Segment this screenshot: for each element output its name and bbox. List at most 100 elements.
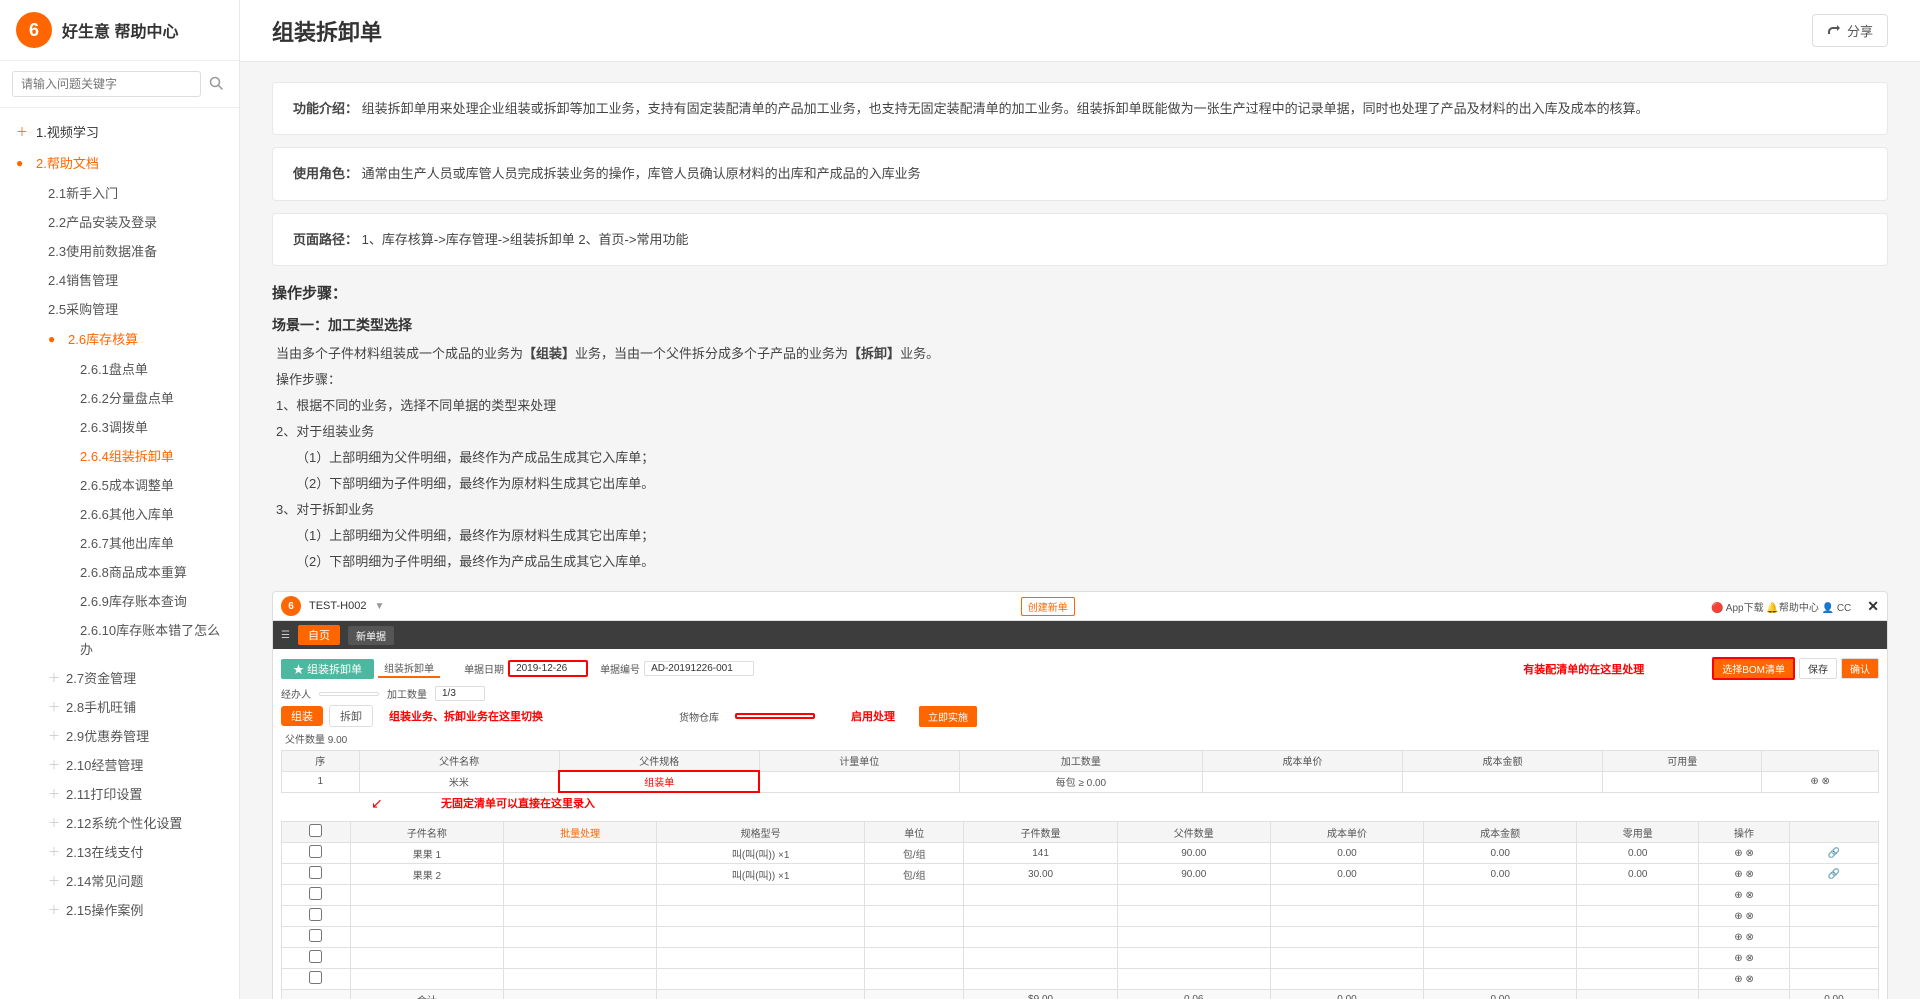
- sidebar-item-22[interactable]: 2.2产品安装及登录: [20, 207, 239, 236]
- step3-text: 3、对于拆卸业务: [276, 497, 1888, 523]
- sidebar-item-2610[interactable]: 2.6.10库存账本错了怎么办: [36, 615, 239, 663]
- sidebar-item-215[interactable]: ＋ 2.15操作案例: [20, 895, 239, 924]
- ss-upper-table-label: 父件数量 9.00: [281, 731, 1879, 746]
- ss-th-unit: 计量单位: [759, 751, 959, 772]
- ss-select-all[interactable]: [309, 824, 322, 837]
- sidebar-item-2610-label: 2.6.10库存账本错了怎么办: [80, 620, 223, 658]
- sidebar-item-211-label: 2.11打印设置: [66, 784, 142, 803]
- ss-lth-avail: 零用量: [1577, 822, 1699, 843]
- sidebar-item-211[interactable]: ＋ 2.11打印设置: [20, 779, 239, 808]
- ss-lth-spec: 规格型号: [657, 822, 865, 843]
- sidebar-item-26[interactable]: ● 2.6库存核算 2.6.1盘点单 2.6.2分量盘点单 2.6.3调拨单: [20, 323, 239, 663]
- sidebar-item-24[interactable]: 2.4销售管理: [20, 265, 239, 294]
- scenario1-intro: 当由多个子件材料组装成一个成品的业务为【组装】业务，当由一个父件拆分成多个子产品…: [272, 341, 1888, 367]
- ss-menu-icon: ☰: [281, 630, 290, 641]
- sidebar-item-29[interactable]: ＋ 2.9优惠券管理: [20, 721, 239, 750]
- row-check-2[interactable]: [309, 866, 322, 879]
- sidebar-item-213[interactable]: ＋ 2.13在线支付: [20, 837, 239, 866]
- ss-date-field: 2019-12-26: [508, 660, 588, 677]
- ss-lth-extra: [1789, 822, 1878, 843]
- row-check-4[interactable]: [309, 908, 322, 921]
- sidebar-item-269[interactable]: 2.6.9库存账本查询: [36, 586, 239, 615]
- scenario1-intro-text: 当由多个子件材料组装成一个成品的业务为【组装】业务，当由一个父件拆分成多个子产品…: [276, 341, 1888, 367]
- ss-th-seq: 序: [282, 751, 360, 772]
- sidebar-item-28[interactable]: ＋ 2.8手机旺铺: [20, 692, 239, 721]
- td-name: 米米: [359, 771, 559, 792]
- sidebar-item-268[interactable]: 2.6.8商品成本重算: [36, 557, 239, 586]
- ss-dropdown: ▼: [374, 601, 384, 612]
- ss-bom-btn: 选择BOM清单: [1712, 657, 1795, 680]
- sidebar-item-25[interactable]: 2.5采购管理: [20, 294, 239, 323]
- row-check-6[interactable]: [309, 950, 322, 963]
- sidebar-item-2[interactable]: ● 2.帮助文档 2.1新手入门 2.2产品安装及登录 2.3使用前数据准备 2…: [0, 147, 239, 924]
- row-check-5[interactable]: [309, 929, 322, 942]
- sidebar-item-262-label: 2.6.2分量盘点单: [80, 388, 174, 407]
- ss-warehouse-field: [735, 713, 815, 719]
- plus-icon-27: ＋: [48, 669, 60, 686]
- plus-icon-210: ＋: [48, 756, 60, 773]
- row-check-3[interactable]: [309, 887, 322, 900]
- sidebar-item-265[interactable]: 2.6.5成本调整单: [36, 470, 239, 499]
- ss-warehouse-label: 货物仓库: [679, 709, 719, 724]
- share-icon: [1827, 24, 1841, 38]
- sidebar-item-265-label: 2.6.5成本调整单: [80, 475, 174, 494]
- ss-th-name: 父件名称: [359, 751, 559, 772]
- row-check-1[interactable]: [309, 845, 322, 858]
- td-spec: 组装单: [559, 771, 759, 792]
- td-qty: 每包 ≥ 0.00: [959, 771, 1202, 792]
- role-label: 使用角色：: [293, 166, 358, 181]
- ss-annotation3: 启用处理: [851, 708, 895, 724]
- step2-sub: （1）上部明细为父件明细，最终作为产成品生成其它入库单； （2）下部明细为子件明…: [276, 445, 1888, 497]
- ss-th-spec: 父件规格: [559, 751, 759, 772]
- sidebar-item-23[interactable]: 2.3使用前数据准备: [20, 236, 239, 265]
- ss-toolbar-row1: ★ 组装拆卸单 组装拆卸单 单据日期 2019-12-26 单据编号 AD-20…: [281, 657, 1879, 680]
- ss-qty-label: 加工数量: [387, 686, 427, 701]
- ss-lth-cost-total: 成本金额: [1424, 822, 1577, 843]
- ss-confirm-btn: 确认: [1841, 658, 1879, 679]
- sidebar-item-269-label: 2.6.9库存账本查询: [80, 591, 187, 610]
- step3-sub2-text: （2）下部明细为子件明细，最终作为产成品生成其它入库单。: [296, 549, 1888, 575]
- ss-apply-btn: 立即实施: [919, 706, 977, 727]
- plus-icon-29: ＋: [48, 727, 60, 744]
- sidebar-item-210[interactable]: ＋ 2.10经营管理: [20, 750, 239, 779]
- sidebar-item-1[interactable]: ＋ 1.视频学习: [0, 116, 239, 147]
- sidebar-item-263[interactable]: 2.6.3调拨单: [36, 412, 239, 441]
- table-row: ⊕ ⊗: [282, 969, 1879, 990]
- sidebar-item-21[interactable]: 2.1新手入门: [20, 178, 239, 207]
- sidebar-item-212-label: 2.12系统个性化设置: [66, 813, 182, 832]
- sidebar-item-214[interactable]: ＋ 2.14常见问题: [20, 866, 239, 895]
- ss-content-area: ★ 组装拆卸单 组装拆卸单 单据日期 2019-12-26 单据编号 AD-20…: [273, 649, 1887, 999]
- app-title: 好生意 帮助中心: [62, 18, 178, 42]
- ss-type-inactive: 拆卸: [329, 705, 373, 727]
- sidebar-item-267[interactable]: 2.6.7其他出库单: [36, 528, 239, 557]
- ss-lth-ops: 操作: [1699, 822, 1790, 843]
- ss-type-selector: 组装 拆卸: [281, 705, 373, 727]
- search-box: [0, 61, 239, 108]
- sidebar-item-28-label: 2.8手机旺铺: [66, 697, 136, 716]
- ss-lower-tfoot-row: 合计 $9.00 0.06 0.00 0.00 0.00: [282, 990, 1879, 999]
- search-button[interactable]: [205, 72, 227, 97]
- td-cost-unit: [1202, 771, 1402, 792]
- arrow-down-icon: ↙: [371, 795, 383, 812]
- sidebar-item-264[interactable]: 2.6.4组装拆卸单: [36, 441, 239, 470]
- ss-th-avail: 可用量: [1603, 751, 1762, 772]
- sidebar-item-27[interactable]: ＋ 2.7资金管理: [20, 663, 239, 692]
- feature-intro-label: 功能介绍：: [293, 101, 358, 116]
- minus-icon-26: ●: [48, 332, 62, 346]
- ss-annotation2: 组装业务、拆卸业务在这里切换: [389, 708, 543, 724]
- ss-th-ops: [1762, 751, 1879, 772]
- search-input[interactable]: [12, 71, 201, 97]
- sidebar-item-266[interactable]: 2.6.6其他入库单: [36, 499, 239, 528]
- feature-intro-block: 功能介绍： 组装拆卸单用来处理企业组装或拆卸等加工业务，支持有固定装配清单的产品…: [272, 82, 1888, 135]
- sidebar-sub-2: 2.1新手入门 2.2产品安装及登录 2.3使用前数据准备 2.4销售管理 2.…: [0, 178, 239, 924]
- sidebar-item-261[interactable]: 2.6.1盘点单: [36, 354, 239, 383]
- nav-tree: ＋ 1.视频学习 ● 2.帮助文档 2.1新手入门 2.2产品安装及登录 2.3…: [0, 108, 239, 999]
- plus-icon-213: ＋: [48, 843, 60, 860]
- sidebar-item-212[interactable]: ＋ 2.12系统个性化设置: [20, 808, 239, 837]
- row-check-7[interactable]: [309, 971, 322, 984]
- sidebar: 6 好生意 帮助中心 ＋ 1.视频学习 ● 2.帮助文档: [0, 0, 240, 999]
- share-button[interactable]: 分享: [1812, 14, 1888, 47]
- plus-icon-215: ＋: [48, 901, 60, 918]
- sidebar-item-262[interactable]: 2.6.2分量盘点单: [36, 383, 239, 412]
- ss-create-btn: 创建新单: [1021, 597, 1075, 616]
